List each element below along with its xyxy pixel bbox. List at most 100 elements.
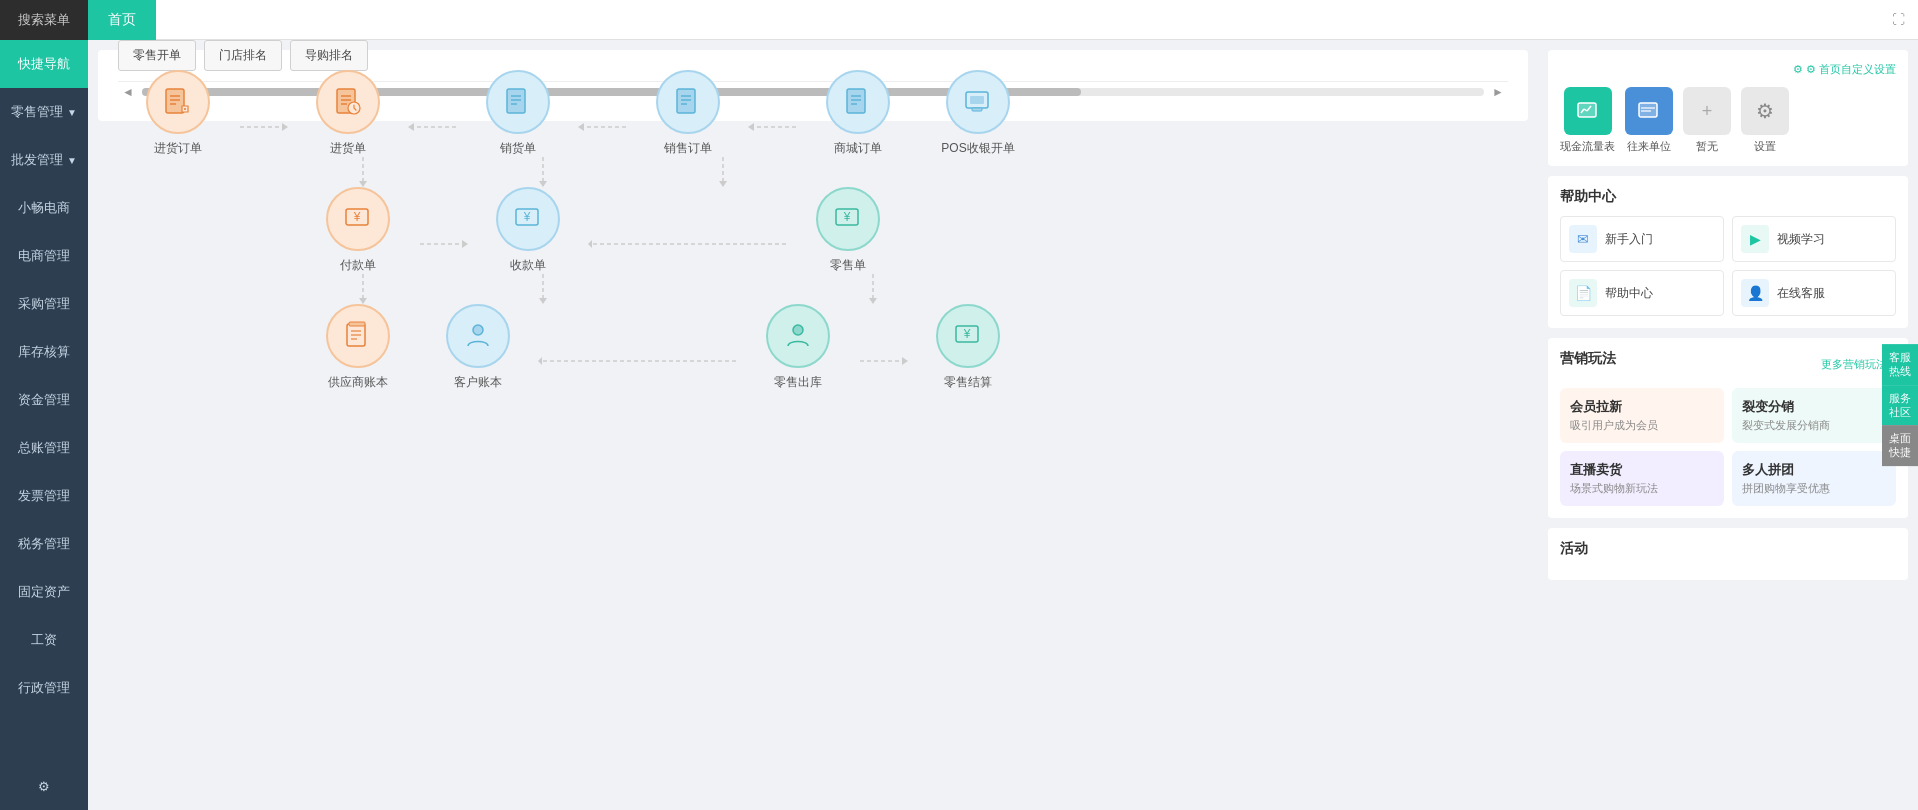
flow-diagram: 进货订单 进货单 <box>118 70 938 391</box>
sidebar-item-salary[interactable]: 工资 <box>0 616 88 664</box>
marketing-item-live[interactable]: 直播卖货 场景式购物新玩法 <box>1560 451 1724 506</box>
quick-icon-partners[interactable]: 往来单位 <box>1625 87 1673 154</box>
flow-node-fkd[interactable]: ¥ 付款单 <box>298 187 418 274</box>
expand-icon: ⛶ <box>1892 12 1905 27</box>
flow-circle-xsdd <box>656 70 720 134</box>
flow-circle-jhddan <box>146 70 210 134</box>
flow-node-jhddan[interactable]: 进货订单 <box>118 70 238 157</box>
scroll-right-btn[interactable]: ► <box>1488 85 1508 99</box>
flow-node-lsd[interactable]: ¥ 零售单 <box>788 187 908 274</box>
chevron-icon: ▼ <box>67 155 77 166</box>
flow-node-pos[interactable]: POS收银开单 <box>918 70 1038 157</box>
svg-rect-25 <box>847 89 865 113</box>
sidebar-item-purchase[interactable]: 采购管理 <box>0 280 88 328</box>
flow-label-jhd: 进货单 <box>330 140 366 157</box>
sidebar-item-assets[interactable]: 固定资产 <box>0 568 88 616</box>
help-item-beginner[interactable]: ✉ 新手入门 <box>1560 216 1724 262</box>
sidebar-item-inventory[interactable]: 库存核算 <box>0 328 88 376</box>
flow-node-khzb[interactable]: 客户账本 <box>418 304 538 391</box>
sidebar: 快捷导航 零售管理 ▼ 批发管理 ▼ 小畅电商 电商管理 采购管理 库存核算 资… <box>0 40 88 810</box>
flow-node-skd[interactable]: ¥ 收款单 <box>468 187 588 274</box>
flow-circle-fkd: ¥ <box>326 187 390 251</box>
svg-point-59 <box>473 325 483 335</box>
flow-label-xsdd: 销售订单 <box>664 140 712 157</box>
help-item-helpcenter[interactable]: 📄 帮助中心 <box>1560 270 1724 316</box>
svg-text:¥: ¥ <box>843 210 851 224</box>
flow-circle-lsd: ¥ <box>816 187 880 251</box>
marketing-grid: 会员拉新 吸引用户成为会员 裂变分销 裂变式发展分销商 直播卖货 场景式购物新玩… <box>1560 388 1896 506</box>
svg-marker-51 <box>539 298 547 304</box>
float-btn-desktop[interactable]: 桌面快捷 <box>1882 425 1918 466</box>
sidebar-settings-btn[interactable]: ⚙ <box>0 762 88 810</box>
flow-node-lsck[interactable]: 零售出库 <box>738 304 858 391</box>
sidebar-item-admin[interactable]: 行政管理 <box>0 664 88 712</box>
help-icon-helpcenter: 📄 <box>1569 279 1597 307</box>
float-btn-community[interactable]: 服务社区 <box>1882 385 1918 426</box>
flow-vert-arrows-1 <box>118 157 938 187</box>
float-btn-service[interactable]: 客服热线 <box>1882 344 1918 385</box>
quick-nav-card: 进货订单 进货单 <box>98 50 1528 121</box>
common-functions: 常用功能 商品 往来单位 现存量(库存状况表) 现存量(库存分布表) 销货单统计… <box>118 40 1508 71</box>
activity-section: 活动 <box>1548 528 1908 580</box>
customize-btn[interactable]: ⚙ ⚙ 首页自定义设置 <box>1793 62 1896 77</box>
vert-arrow-jhd <box>118 157 248 187</box>
main-panel: 进货订单 进货单 <box>88 40 1538 810</box>
flow-node-jhd[interactable]: 进货单 <box>288 70 408 157</box>
gear-icon: ⚙ <box>38 779 50 794</box>
flow-node-xhd[interactable]: 销货单 <box>458 70 578 157</box>
chevron-icon: ▼ <box>67 107 77 118</box>
svg-marker-24 <box>748 123 754 131</box>
flow-circle-xhd <box>486 70 550 134</box>
quick-icons-row: 现金流量表 往来单位 + 暂无 <box>1560 87 1896 154</box>
flow-node-xsdd[interactable]: 销售订单 <box>628 70 748 157</box>
sidebar-item-invoice[interactable]: 发票管理 <box>0 472 88 520</box>
svg-text:¥: ¥ <box>963 327 971 341</box>
quick-icon-empty[interactable]: + 暂无 <box>1683 87 1731 154</box>
flow-node-scdd[interactable]: 商城订单 <box>798 70 918 157</box>
vert-arrow-xsdd <box>658 157 788 187</box>
flow-circle-gysc <box>326 304 390 368</box>
func-btn-retail-order[interactable]: 零售开单 <box>118 40 196 71</box>
marketing-item-group[interactable]: 多人拼团 拼团购物享受优惠 <box>1732 451 1896 506</box>
flow-node-gysc[interactable]: 供应商账本 <box>298 304 418 391</box>
quick-icon-cashflow[interactable]: 现金流量表 <box>1560 87 1615 154</box>
quick-icon-settings-box: ⚙ <box>1741 87 1789 135</box>
sidebar-item-retail[interactable]: 零售管理 ▼ <box>0 88 88 136</box>
help-item-online-service[interactable]: 👤 在线客服 <box>1732 270 1896 316</box>
sidebar-item-wholesale[interactable]: 批发管理 ▼ <box>0 136 88 184</box>
help-center-title: 帮助中心 <box>1560 188 1896 206</box>
expand-btn[interactable]: ⛶ <box>1878 0 1918 40</box>
help-icon-beginner: ✉ <box>1569 225 1597 253</box>
svg-marker-53 <box>869 298 877 304</box>
svg-rect-31 <box>972 108 982 111</box>
activity-title: 活动 <box>1560 540 1896 558</box>
vert-arrow-jhd2 <box>298 157 428 187</box>
search-menu-btn[interactable]: 搜索菜单 <box>0 0 88 40</box>
flow-node-lsjsuan[interactable]: ¥ 零售结算 <box>908 304 1028 391</box>
sidebar-item-ledger[interactable]: 总账管理 <box>0 424 88 472</box>
sidebar-item-finance[interactable]: 资金管理 <box>0 376 88 424</box>
marketing-item-member[interactable]: 会员拉新 吸引用户成为会员 <box>1560 388 1724 443</box>
home-tab[interactable]: 首页 <box>88 0 156 40</box>
flow-label-lsjsuan: 零售结算 <box>944 374 992 391</box>
func-btn-store-rank[interactable]: 门店排名 <box>204 40 282 71</box>
help-center-section: 帮助中心 ✉ 新手入门 ▶ 视频学习 📄 帮助中心 👤 <box>1548 176 1908 328</box>
sidebar-item-xiaochangec[interactable]: 小畅电商 <box>0 184 88 232</box>
flow-label-fkd: 付款单 <box>340 257 376 274</box>
quick-access-header: ⚙ ⚙ 首页自定义设置 <box>1560 62 1896 77</box>
marketing-item-fission[interactable]: 裂变分销 裂变式发展分销商 <box>1732 388 1896 443</box>
content-area: 进货订单 进货单 <box>88 40 1918 810</box>
sidebar-item-quicknav[interactable]: 快捷导航 <box>0 40 88 88</box>
quick-icon-settings[interactable]: ⚙ 设置 <box>1741 87 1789 154</box>
flow-row-2: ¥ 付款单 ¥ 收款单 <box>118 187 938 274</box>
flow-label-skd: 收款单 <box>510 257 546 274</box>
func-btn-guide-rank[interactable]: 导购排名 <box>290 40 368 71</box>
sidebar-item-tax[interactable]: 税务管理 <box>0 520 88 568</box>
top-bar: 搜索菜单 首页 ⛶ <box>0 0 1918 40</box>
arrow-xsdd-to-xhd <box>578 119 628 157</box>
help-item-video[interactable]: ▶ 视频学习 <box>1732 216 1896 262</box>
home-tab-label: 首页 <box>108 11 136 29</box>
sidebar-item-ecommerce[interactable]: 电商管理 <box>0 232 88 280</box>
flow-row-3: 供应商账本 客户账本 <box>118 304 938 391</box>
flow-label-jhddan: 进货订单 <box>154 140 202 157</box>
